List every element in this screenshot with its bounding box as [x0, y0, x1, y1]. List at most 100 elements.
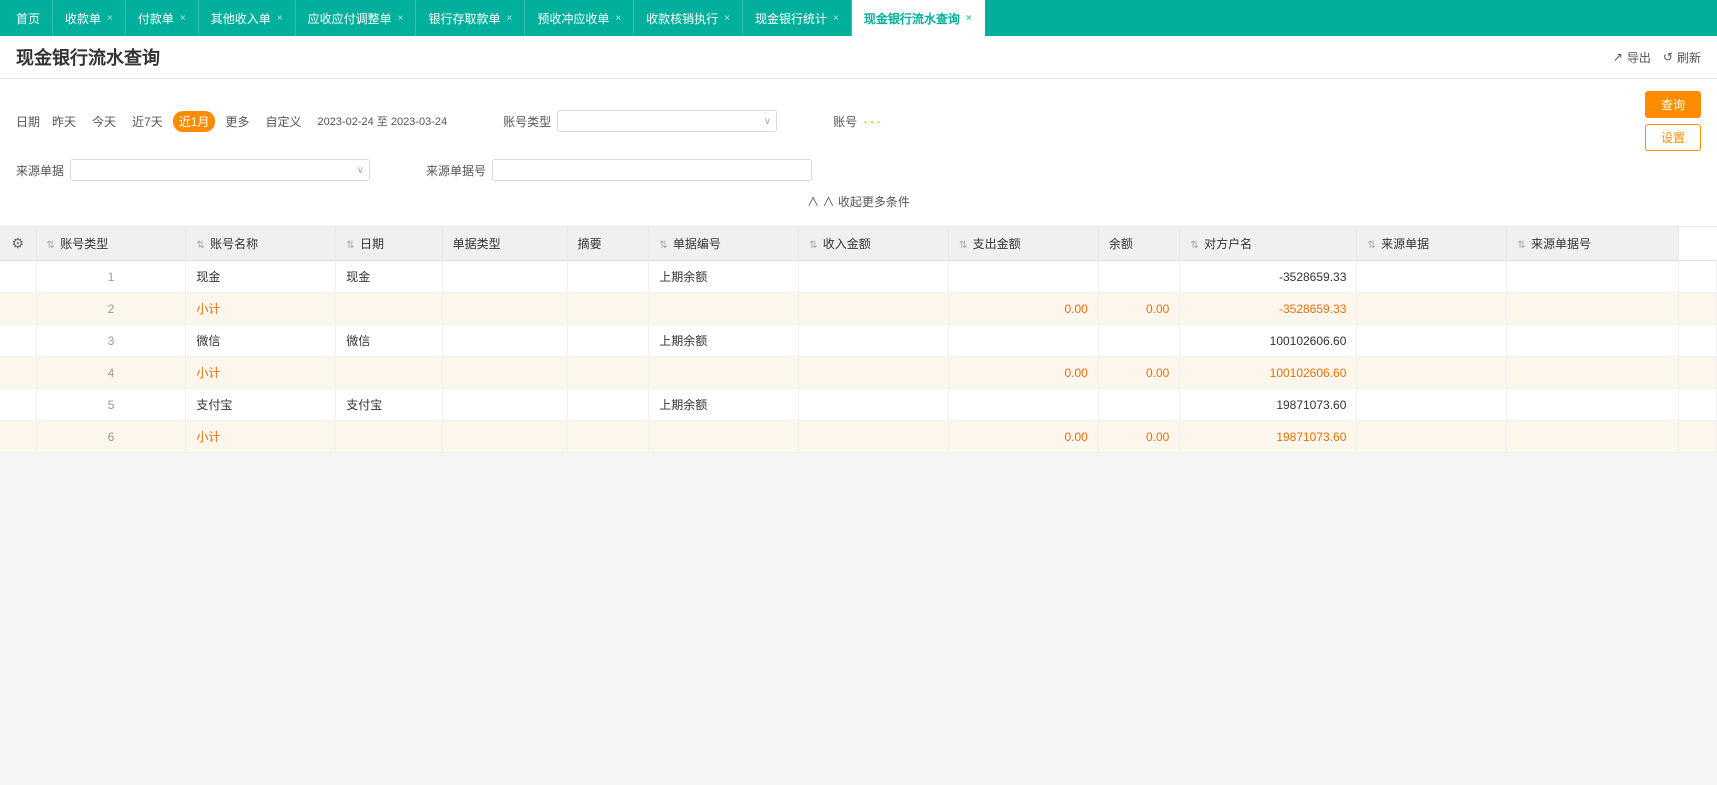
cell-income: 0.00 [948, 293, 1098, 325]
source-doc-num-input[interactable] [492, 159, 812, 181]
cell-doc-no [799, 421, 949, 453]
nav-tab-verify[interactable]: 收款核销执行 × [634, 0, 743, 36]
nav-tab-prepay[interactable]: 预收冲应收单 × [525, 0, 634, 36]
cell-source-doc-no [1678, 293, 1716, 325]
nav-tab-adjustment[interactable]: 应收应付调整单 × [296, 0, 417, 36]
close-icon[interactable]: × [615, 13, 621, 24]
query-button[interactable]: 查询 [1645, 91, 1701, 118]
cell-source-doc-no [1678, 261, 1716, 293]
col-account-type: ⇅ 账号类型 [36, 227, 186, 261]
nav-tab-flow-query[interactable]: 现金银行流水查询 × [852, 0, 985, 36]
row-number: 6 [36, 421, 186, 453]
cell-counterpart [1357, 325, 1507, 357]
close-icon[interactable]: × [506, 13, 512, 24]
date-option-1month[interactable]: 近1月 [173, 111, 216, 132]
date-label: 日期 [16, 113, 40, 130]
cell-settings [0, 293, 36, 325]
close-icon[interactable]: × [966, 13, 972, 24]
cell-doc-type [567, 325, 649, 357]
cell-source-doc [1507, 261, 1679, 293]
sort-icon[interactable]: ⇅ [809, 240, 817, 251]
row-number: 3 [36, 325, 186, 357]
data-table-container: ⚙ ⇅ 账号类型 ⇅ 账号名称 ⇅ 日期 单据类型 摘要 [0, 227, 1717, 453]
cell-counterpart [1357, 261, 1507, 293]
cell-summary: 上期余额 [649, 389, 799, 421]
refresh-button[interactable]: ↺ 刷新 [1663, 49, 1701, 66]
nav-tab-receipt[interactable]: 收款单 × [53, 0, 126, 36]
cell-doc-type [567, 293, 649, 325]
cell-source-doc [1507, 357, 1679, 389]
sort-icon[interactable]: ⇅ [959, 240, 967, 251]
page-header: 现金银行流水查询 ↗ 导出 ↺ 刷新 [0, 36, 1717, 79]
close-icon[interactable]: × [180, 13, 186, 24]
cell-date [442, 421, 567, 453]
nav-tab-stats[interactable]: 现金银行统计 × [743, 0, 852, 36]
settings-button[interactable]: 设置 [1645, 124, 1701, 151]
source-doc-num-label: 来源单据号 [426, 162, 486, 179]
source-doc-num-filter: 来源单据号 [426, 159, 812, 181]
cell-balance: 19871073.60 [1180, 389, 1357, 421]
date-option-today[interactable]: 今天 [86, 111, 122, 132]
table-row: 2小计0.000.00-3528659.33 [0, 293, 1717, 325]
date-option-more[interactable]: 更多 [219, 111, 255, 132]
close-icon[interactable]: × [724, 13, 730, 24]
nav-tab-payment[interactable]: 付款单 × [126, 0, 199, 36]
sort-icon[interactable]: ⇅ [1517, 240, 1525, 251]
date-option-yesterday[interactable]: 昨天 [46, 111, 82, 132]
sort-icon[interactable]: ⇅ [346, 240, 354, 251]
cell-date [442, 389, 567, 421]
cell-doc-no [799, 293, 949, 325]
cell-income [948, 325, 1098, 357]
sort-icon[interactable]: ⇅ [196, 240, 204, 251]
cell-account-name [336, 357, 442, 389]
date-options: 昨天 今天 近7天 近1月 更多 自定义 [46, 111, 307, 132]
close-icon[interactable]: × [833, 13, 839, 24]
date-option-custom[interactable]: 自定义 [259, 111, 307, 132]
nav-tab-bank-deposit[interactable]: 银行存取款单 × [416, 0, 525, 36]
collapse-icon: ∧ [807, 195, 819, 209]
date-option-7days[interactable]: 近7天 [126, 111, 169, 132]
close-icon[interactable]: × [277, 13, 283, 24]
cell-income: 0.00 [948, 357, 1098, 389]
cell-doc-no [799, 325, 949, 357]
col-income: ⇅ 收入金额 [799, 227, 949, 261]
cell-income: 0.00 [948, 421, 1098, 453]
collapse-bar[interactable]: ∧ ∧ 收起更多条件 [16, 189, 1701, 214]
account-type-select[interactable] [557, 110, 777, 132]
source-doc-select[interactable] [70, 159, 370, 181]
close-icon[interactable]: × [398, 13, 404, 24]
cell-source-doc-no [1678, 389, 1716, 421]
close-icon[interactable]: × [107, 13, 113, 24]
col-account-name: ⇅ 账号名称 [186, 227, 336, 261]
account-dots-button[interactable]: ··· [863, 113, 883, 129]
table-row: 5支付宝支付宝上期余额19871073.60 [0, 389, 1717, 421]
cell-account-name [336, 293, 442, 325]
cell-counterpart [1357, 293, 1507, 325]
table-row: 6小计0.000.0019871073.60 [0, 421, 1717, 453]
account-type-select-wrapper [557, 110, 777, 132]
sort-icon[interactable]: ⇅ [1190, 240, 1198, 251]
cell-income [948, 261, 1098, 293]
col-settings: ⚙ [0, 227, 36, 261]
nav-tab-home[interactable]: 首页 [4, 0, 53, 36]
source-doc-filter: 来源单据 [16, 159, 370, 181]
date-filter: 日期 昨天 今天 近7天 近1月 更多 自定义 2023-02-24 至 202… [16, 111, 447, 132]
sort-icon[interactable]: ⇅ [1367, 240, 1375, 251]
refresh-icon: ↺ [1663, 50, 1673, 64]
col-expense: ⇅ 支出金额 [948, 227, 1098, 261]
cell-summary [649, 293, 799, 325]
col-doc-type: 单据类型 [442, 227, 567, 261]
action-buttons: 查询 设置 [1645, 91, 1701, 151]
gear-icon[interactable]: ⚙ [11, 235, 24, 251]
cell-account-name: 微信 [336, 325, 442, 357]
cell-settings [0, 421, 36, 453]
table-header-row: ⚙ ⇅ 账号类型 ⇅ 账号名称 ⇅ 日期 单据类型 摘要 [0, 227, 1717, 261]
sort-icon[interactable]: ⇅ [659, 240, 667, 251]
account-label: 账号 [833, 113, 857, 130]
sort-icon[interactable]: ⇅ [47, 240, 55, 251]
cell-counterpart [1357, 389, 1507, 421]
cell-doc-type [567, 421, 649, 453]
cell-date [442, 293, 567, 325]
export-button[interactable]: ↗ 导出 [1613, 49, 1651, 66]
nav-tab-other-income[interactable]: 其他收入单 × [199, 0, 296, 36]
